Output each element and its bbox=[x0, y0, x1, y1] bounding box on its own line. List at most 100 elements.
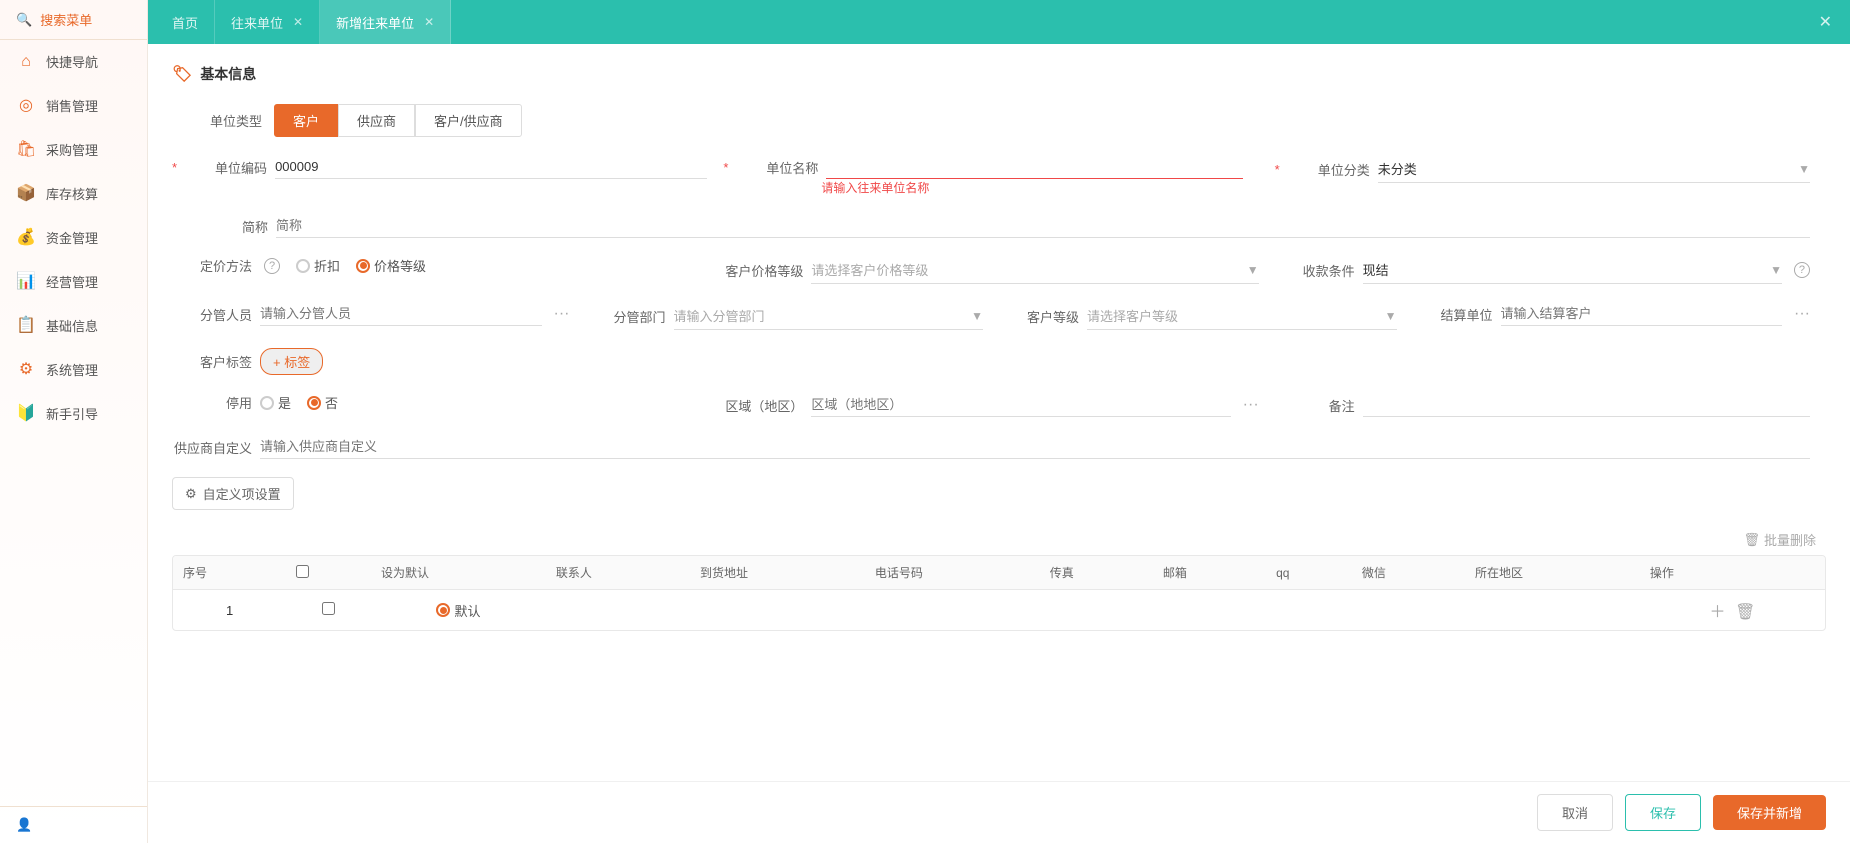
unit-type-btn-customer[interactable]: 客户 bbox=[274, 104, 338, 137]
region-input[interactable] bbox=[811, 393, 1230, 417]
sidebar-search[interactable]: 🔍 搜索菜单 bbox=[0, 0, 147, 40]
manager-extra-btn[interactable]: ··· bbox=[554, 305, 570, 323]
pricing-method-label: 定价方法 bbox=[172, 256, 252, 275]
sidebar-item-operations[interactable]: 📊经营管理 bbox=[0, 259, 147, 303]
customer-price-select[interactable]: 请选择客户价格等级 ▼ bbox=[811, 256, 1258, 284]
sidebar-item-inventory[interactable]: 📦库存核算 bbox=[0, 171, 147, 215]
form-row-tag: 客户标签 + 标签 bbox=[172, 348, 1826, 375]
tab-label-home: 首页 bbox=[172, 13, 198, 32]
pricing-help-icon[interactable]: ? bbox=[264, 258, 280, 274]
unit-type-btn-both[interactable]: 客户/供应商 bbox=[415, 104, 522, 137]
disabled-label: 停用 bbox=[172, 393, 252, 412]
settlement-label: 结算单位 bbox=[1413, 305, 1493, 324]
tabbar-close-btn[interactable]: ✕ bbox=[1809, 12, 1842, 32]
sidebar-item-label-quick-nav: 快捷导航 bbox=[46, 52, 98, 71]
cell-所在地区 bbox=[1465, 590, 1640, 631]
radio-discount-circle bbox=[296, 259, 310, 273]
batch-delete-btn[interactable]: 🗑 批量删除 bbox=[1743, 530, 1816, 549]
tab-home[interactable]: 首页 bbox=[156, 0, 215, 44]
sidebar-item-quick-nav[interactable]: ⌂快捷导航 bbox=[0, 40, 147, 83]
table-column-header: 操作 bbox=[1640, 556, 1825, 590]
sidebar-item-finance[interactable]: 💰资金管理 bbox=[0, 215, 147, 259]
row-delete-btn[interactable]: 🗑 bbox=[1735, 602, 1755, 622]
table-column-header: 电话号码 bbox=[865, 556, 1040, 590]
sidebar-item-label-finance: 资金管理 bbox=[46, 228, 98, 247]
payment-help-icon[interactable]: ? bbox=[1794, 262, 1810, 278]
payment-terms-arrow: ▼ bbox=[1770, 263, 1782, 277]
field-unit-name-wrap: * 单位名称 请输入往来单位名称 bbox=[723, 155, 1258, 196]
settlement-input[interactable] bbox=[1501, 302, 1783, 326]
dept-label: 分管部门 bbox=[586, 307, 666, 326]
unit-category-select[interactable]: 未分类 ▼ bbox=[1378, 155, 1810, 183]
save-button[interactable]: 保存 bbox=[1625, 794, 1701, 831]
customer-price-label: 客户价格等级 bbox=[723, 261, 803, 280]
field-settlement: 结算单位 ··· bbox=[1413, 302, 1811, 326]
add-tag-btn[interactable]: + 标签 bbox=[260, 348, 323, 375]
field-supplier-custom: 供应商自定义 bbox=[172, 435, 1810, 459]
form-row-1: * 单位编码 * 单位名称 请输入往来单位名称 * 单位分类 未分类 bbox=[172, 155, 1826, 196]
sidebar-item-system-mgmt[interactable]: ⚙系统管理 bbox=[0, 347, 147, 391]
cell-电话号码 bbox=[865, 590, 1040, 631]
cell-qq bbox=[1266, 590, 1352, 631]
purchase-mgmt-icon: 🛍 bbox=[16, 139, 36, 159]
batch-delete-label: 批量删除 bbox=[1764, 530, 1816, 549]
row-add-btn[interactable]: ＋ bbox=[1709, 598, 1725, 622]
tab-close-partners[interactable]: ✕ bbox=[293, 15, 303, 29]
tab-label-partners: 往来单位 bbox=[231, 13, 283, 32]
manager-input[interactable] bbox=[260, 302, 542, 326]
tab-close-new-partner[interactable]: ✕ bbox=[424, 15, 434, 29]
field-customer-level: 客户等级 请选择客户等级 ▼ bbox=[999, 302, 1397, 330]
settlement-extra-btn[interactable]: ··· bbox=[1794, 305, 1810, 323]
sidebar-bottom-user[interactable]: 👤 bbox=[0, 807, 147, 843]
table-row: 1默认 ＋ 🗑 bbox=[173, 590, 1825, 631]
unit-name-input[interactable] bbox=[826, 155, 1242, 179]
radio-yes[interactable]: 是 bbox=[260, 393, 291, 412]
sidebar-bottom: 👤 bbox=[0, 806, 147, 843]
radio-no[interactable]: 否 bbox=[307, 393, 338, 412]
field-customer-tag: 客户标签 + 标签 bbox=[172, 348, 1810, 375]
dept-select[interactable]: 请输入分管部门 ▼ bbox=[674, 302, 984, 330]
radio-no-label: 否 bbox=[325, 393, 338, 412]
unit-code-input[interactable] bbox=[275, 155, 707, 179]
table-select-all[interactable] bbox=[296, 565, 309, 578]
table-column-header: 传真 bbox=[1040, 556, 1153, 590]
radio-grade[interactable]: 价格等级 bbox=[356, 256, 426, 275]
radio-discount[interactable]: 折扣 bbox=[296, 256, 340, 275]
custom-settings-label: 自定义项设置 bbox=[203, 484, 281, 503]
region-extra-btn[interactable]: ··· bbox=[1243, 396, 1259, 414]
cancel-button[interactable]: 取消 bbox=[1537, 794, 1613, 831]
required-mark-3: * bbox=[1275, 162, 1280, 177]
customer-level-placeholder: 请选择客户等级 bbox=[1087, 306, 1385, 325]
required-mark: * bbox=[172, 160, 177, 175]
remark-input[interactable] bbox=[1363, 393, 1810, 417]
abbr-input[interactable] bbox=[276, 214, 1810, 238]
unit-type-btn-supplier[interactable]: 供应商 bbox=[338, 104, 415, 137]
sidebar-item-sales-mgmt[interactable]: ◎销售管理 bbox=[0, 83, 147, 127]
form-row-manager: 分管人员 ··· 分管部门 请输入分管部门 ▼ 客户等级 请选择客户等级 ▼ 结… bbox=[172, 302, 1826, 330]
unit-name-error: 请输入往来单位名称 bbox=[821, 181, 929, 195]
custom-settings-btn[interactable]: ⚙ 自定义项设置 bbox=[172, 477, 294, 510]
radio-no-circle bbox=[307, 396, 321, 410]
sidebar-item-label-new-guide: 新手引导 bbox=[46, 404, 98, 423]
sidebar-item-label-basic-info: 基础信息 bbox=[46, 316, 98, 335]
tab-partners[interactable]: 往来单位 ✕ bbox=[215, 0, 320, 44]
sidebar-item-new-guide[interactable]: 🔰新手引导 bbox=[0, 391, 147, 435]
save-add-button[interactable]: 保存并新增 bbox=[1713, 795, 1826, 830]
form-content: 🏷 基本信息 单位类型 客户供应商客户/供应商 * 单位编码 * 单位名称 bbox=[148, 44, 1850, 781]
customer-level-select[interactable]: 请选择客户等级 ▼ bbox=[1087, 302, 1397, 330]
field-unit-code: * 单位编码 bbox=[172, 155, 707, 179]
footer: 取消 保存 保存并新增 bbox=[148, 781, 1850, 843]
supplier-custom-input[interactable] bbox=[260, 435, 1810, 459]
tab-new-partner[interactable]: 新增往来单位✕ bbox=[320, 0, 451, 44]
cell-微信 bbox=[1352, 590, 1465, 631]
sidebar-item-basic-info[interactable]: 📋基础信息 bbox=[0, 303, 147, 347]
sidebar-item-purchase-mgmt[interactable]: 🛍采购管理 bbox=[0, 127, 147, 171]
sidebar-item-label-sales-mgmt: 销售管理 bbox=[46, 96, 98, 115]
radio-yes-circle bbox=[260, 396, 274, 410]
dept-arrow: ▼ bbox=[971, 309, 983, 323]
section-title: 🏷 基本信息 bbox=[172, 64, 1826, 84]
payment-terms-select[interactable]: 现结 ▼ bbox=[1363, 256, 1782, 284]
customer-tag-label: 客户标签 bbox=[172, 352, 252, 371]
default-radio[interactable] bbox=[436, 603, 450, 617]
row-checkbox[interactable] bbox=[322, 602, 335, 615]
